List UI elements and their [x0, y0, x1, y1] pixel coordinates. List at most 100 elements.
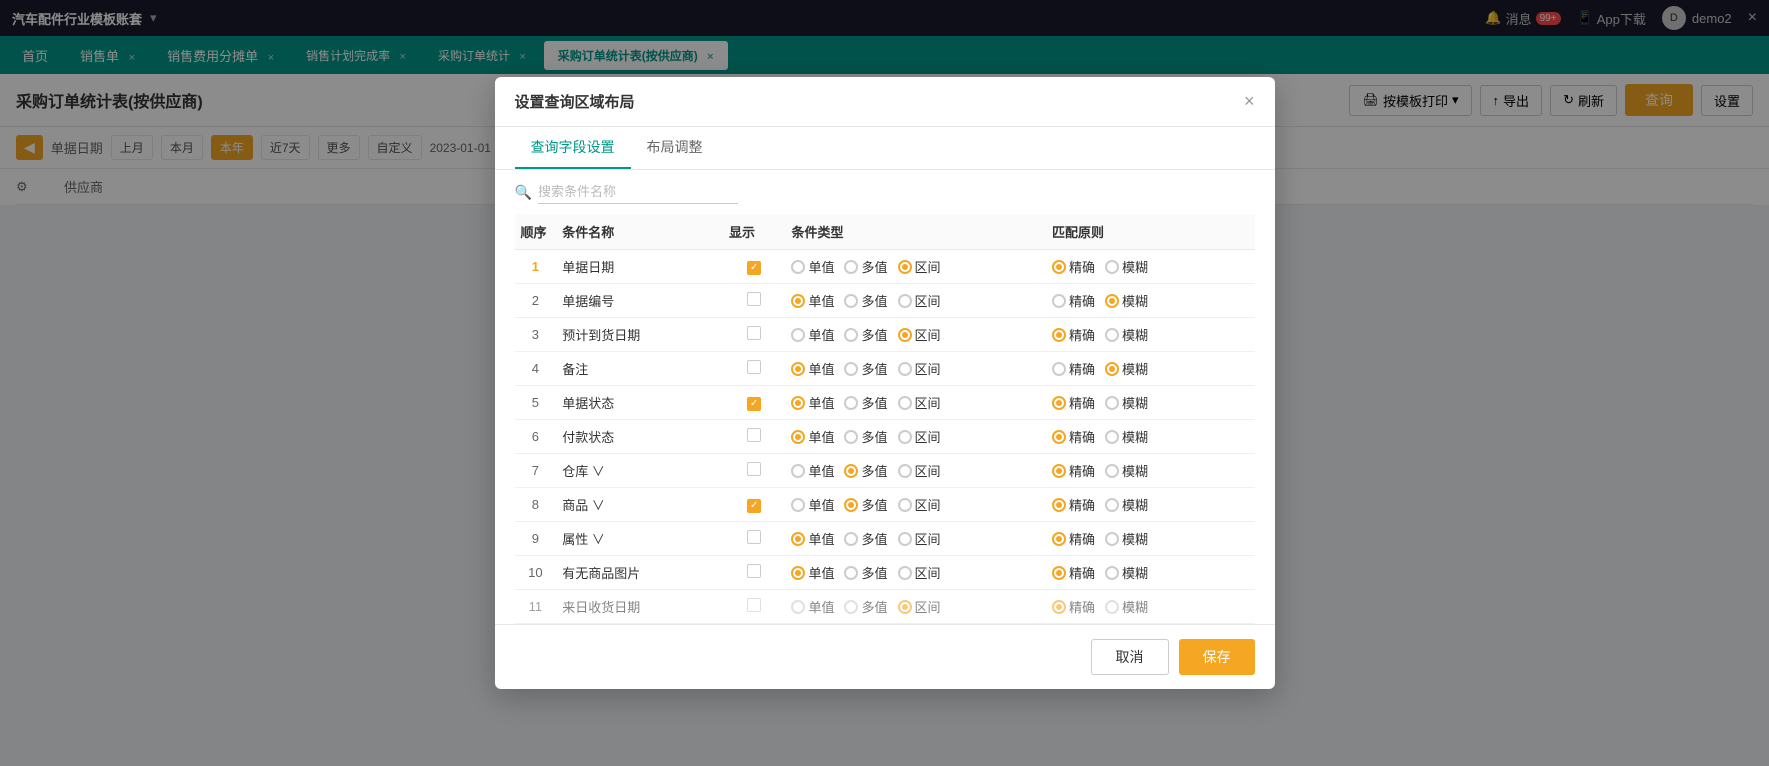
type-radio-单值[interactable]: 单值 — [791, 529, 834, 548]
row-type-radio-group[interactable]: 单值多值区间 — [785, 284, 1046, 318]
match-radio-精确[interactable]: 精确 — [1052, 359, 1095, 378]
match-radio-模糊[interactable]: 模糊 — [1105, 393, 1148, 412]
row-match-radio-group[interactable]: 精确模糊 — [1046, 454, 1254, 488]
row-display-checkbox[interactable] — [723, 386, 786, 420]
save-button[interactable]: 保存 — [1179, 639, 1255, 675]
match-radio-精确[interactable]: 精确 — [1052, 257, 1095, 276]
type-radio-多值[interactable]: 多值 — [844, 461, 887, 480]
match-radio-模糊[interactable]: 模糊 — [1105, 461, 1148, 480]
type-radio-区间[interactable]: 区间 — [898, 359, 941, 378]
match-radio-模糊[interactable]: 模糊 — [1105, 257, 1148, 276]
type-radio-区间[interactable]: 区间 — [898, 393, 941, 412]
row-type-radio-group[interactable]: 单值多值区间 — [785, 454, 1046, 488]
type-radio-多值[interactable]: 多值 — [844, 325, 887, 344]
type-radio-多值[interactable]: 多值 — [844, 529, 887, 548]
checkbox[interactable] — [747, 598, 761, 612]
type-radio-区间[interactable]: 区间 — [898, 257, 941, 276]
type-radio-单值[interactable]: 单值 — [791, 325, 834, 344]
row-type-radio-group[interactable]: 单值多值区间 — [785, 352, 1046, 386]
row-type-radio-group[interactable]: 单值多值区间 — [785, 488, 1046, 522]
row-type-radio-group[interactable]: 单值多值区间 — [785, 250, 1046, 284]
match-radio-精确[interactable]: 精确 — [1052, 563, 1095, 582]
match-radio-模糊[interactable]: 模糊 — [1105, 325, 1148, 344]
row-match-radio-group[interactable]: 精确模糊 — [1046, 522, 1254, 556]
row-type-radio-group[interactable]: 单值多值区间 — [785, 556, 1046, 590]
match-radio-模糊[interactable]: 模糊 — [1105, 563, 1148, 582]
row-match-radio-group[interactable]: 精确模糊 — [1046, 590, 1254, 624]
type-radio-多值[interactable]: 多值 — [844, 597, 887, 616]
row-type-radio-group[interactable]: 单值多值区间 — [785, 318, 1046, 352]
type-radio-区间[interactable]: 区间 — [898, 461, 941, 480]
row-display-checkbox[interactable] — [723, 590, 786, 624]
checkbox[interactable] — [747, 428, 761, 442]
row-type-radio-group[interactable]: 单值多值区间 — [785, 522, 1046, 556]
type-radio-单值[interactable]: 单值 — [791, 597, 834, 616]
checkbox[interactable] — [747, 261, 761, 275]
type-radio-多值[interactable]: 多值 — [844, 291, 887, 310]
type-radio-区间[interactable]: 区间 — [898, 563, 941, 582]
checkbox[interactable] — [747, 326, 761, 340]
match-radio-模糊[interactable]: 模糊 — [1105, 597, 1148, 616]
type-radio-区间[interactable]: 区间 — [898, 291, 941, 310]
type-radio-单值[interactable]: 单值 — [791, 563, 834, 582]
checkbox[interactable] — [747, 564, 761, 578]
match-radio-精确[interactable]: 精确 — [1052, 427, 1095, 446]
row-type-radio-group[interactable]: 单值多值区间 — [785, 590, 1046, 624]
checkbox[interactable] — [747, 499, 761, 513]
row-type-radio-group[interactable]: 单值多值区间 — [785, 386, 1046, 420]
match-radio-精确[interactable]: 精确 — [1052, 529, 1095, 548]
modal-tab-query-fields[interactable]: 查询字段设置 — [515, 127, 631, 169]
row-display-checkbox[interactable] — [723, 352, 786, 386]
match-radio-精确[interactable]: 精确 — [1052, 393, 1095, 412]
match-radio-精确[interactable]: 精确 — [1052, 597, 1095, 616]
type-radio-单值[interactable]: 单值 — [791, 257, 834, 276]
search-input[interactable] — [538, 180, 738, 204]
match-radio-精确[interactable]: 精确 — [1052, 291, 1095, 310]
row-display-checkbox[interactable] — [723, 522, 786, 556]
match-radio-模糊[interactable]: 模糊 — [1105, 529, 1148, 548]
type-radio-单值[interactable]: 单值 — [791, 495, 834, 514]
type-radio-单值[interactable]: 单值 — [791, 427, 834, 446]
row-match-radio-group[interactable]: 精确模糊 — [1046, 318, 1254, 352]
row-match-radio-group[interactable]: 精确模糊 — [1046, 250, 1254, 284]
type-radio-多值[interactable]: 多值 — [844, 257, 887, 276]
row-display-checkbox[interactable] — [723, 284, 786, 318]
match-radio-模糊[interactable]: 模糊 — [1105, 427, 1148, 446]
type-radio-单值[interactable]: 单值 — [791, 291, 834, 310]
checkbox[interactable] — [747, 462, 761, 476]
row-match-radio-group[interactable]: 精确模糊 — [1046, 488, 1254, 522]
row-match-radio-group[interactable]: 精确模糊 — [1046, 352, 1254, 386]
type-radio-区间[interactable]: 区间 — [898, 597, 941, 616]
row-display-checkbox[interactable] — [723, 250, 786, 284]
match-radio-模糊[interactable]: 模糊 — [1105, 291, 1148, 310]
match-radio-精确[interactable]: 精确 — [1052, 325, 1095, 344]
match-radio-模糊[interactable]: 模糊 — [1105, 495, 1148, 514]
type-radio-区间[interactable]: 区间 — [898, 427, 941, 446]
row-display-checkbox[interactable] — [723, 454, 786, 488]
checkbox[interactable] — [747, 360, 761, 374]
cancel-button[interactable]: 取消 — [1091, 639, 1169, 675]
type-radio-多值[interactable]: 多值 — [844, 427, 887, 446]
type-radio-区间[interactable]: 区间 — [898, 325, 941, 344]
row-match-radio-group[interactable]: 精确模糊 — [1046, 420, 1254, 454]
row-match-radio-group[interactable]: 精确模糊 — [1046, 556, 1254, 590]
modal-close-button[interactable]: × — [1244, 91, 1255, 112]
row-display-checkbox[interactable] — [723, 488, 786, 522]
row-type-radio-group[interactable]: 单值多值区间 — [785, 420, 1046, 454]
row-display-checkbox[interactable] — [723, 556, 786, 590]
match-radio-精确[interactable]: 精确 — [1052, 495, 1095, 514]
row-display-checkbox[interactable] — [723, 420, 786, 454]
type-radio-多值[interactable]: 多值 — [844, 359, 887, 378]
type-radio-多值[interactable]: 多值 — [844, 393, 887, 412]
type-radio-单值[interactable]: 单值 — [791, 461, 834, 480]
type-radio-区间[interactable]: 区间 — [898, 529, 941, 548]
row-match-radio-group[interactable]: 精确模糊 — [1046, 284, 1254, 318]
modal-tab-layout-adjust[interactable]: 布局调整 — [631, 127, 719, 169]
type-radio-区间[interactable]: 区间 — [898, 495, 941, 514]
match-radio-精确[interactable]: 精确 — [1052, 461, 1095, 480]
row-display-checkbox[interactable] — [723, 318, 786, 352]
checkbox[interactable] — [747, 292, 761, 306]
match-radio-模糊[interactable]: 模糊 — [1105, 359, 1148, 378]
row-match-radio-group[interactable]: 精确模糊 — [1046, 386, 1254, 420]
type-radio-多值[interactable]: 多值 — [844, 495, 887, 514]
